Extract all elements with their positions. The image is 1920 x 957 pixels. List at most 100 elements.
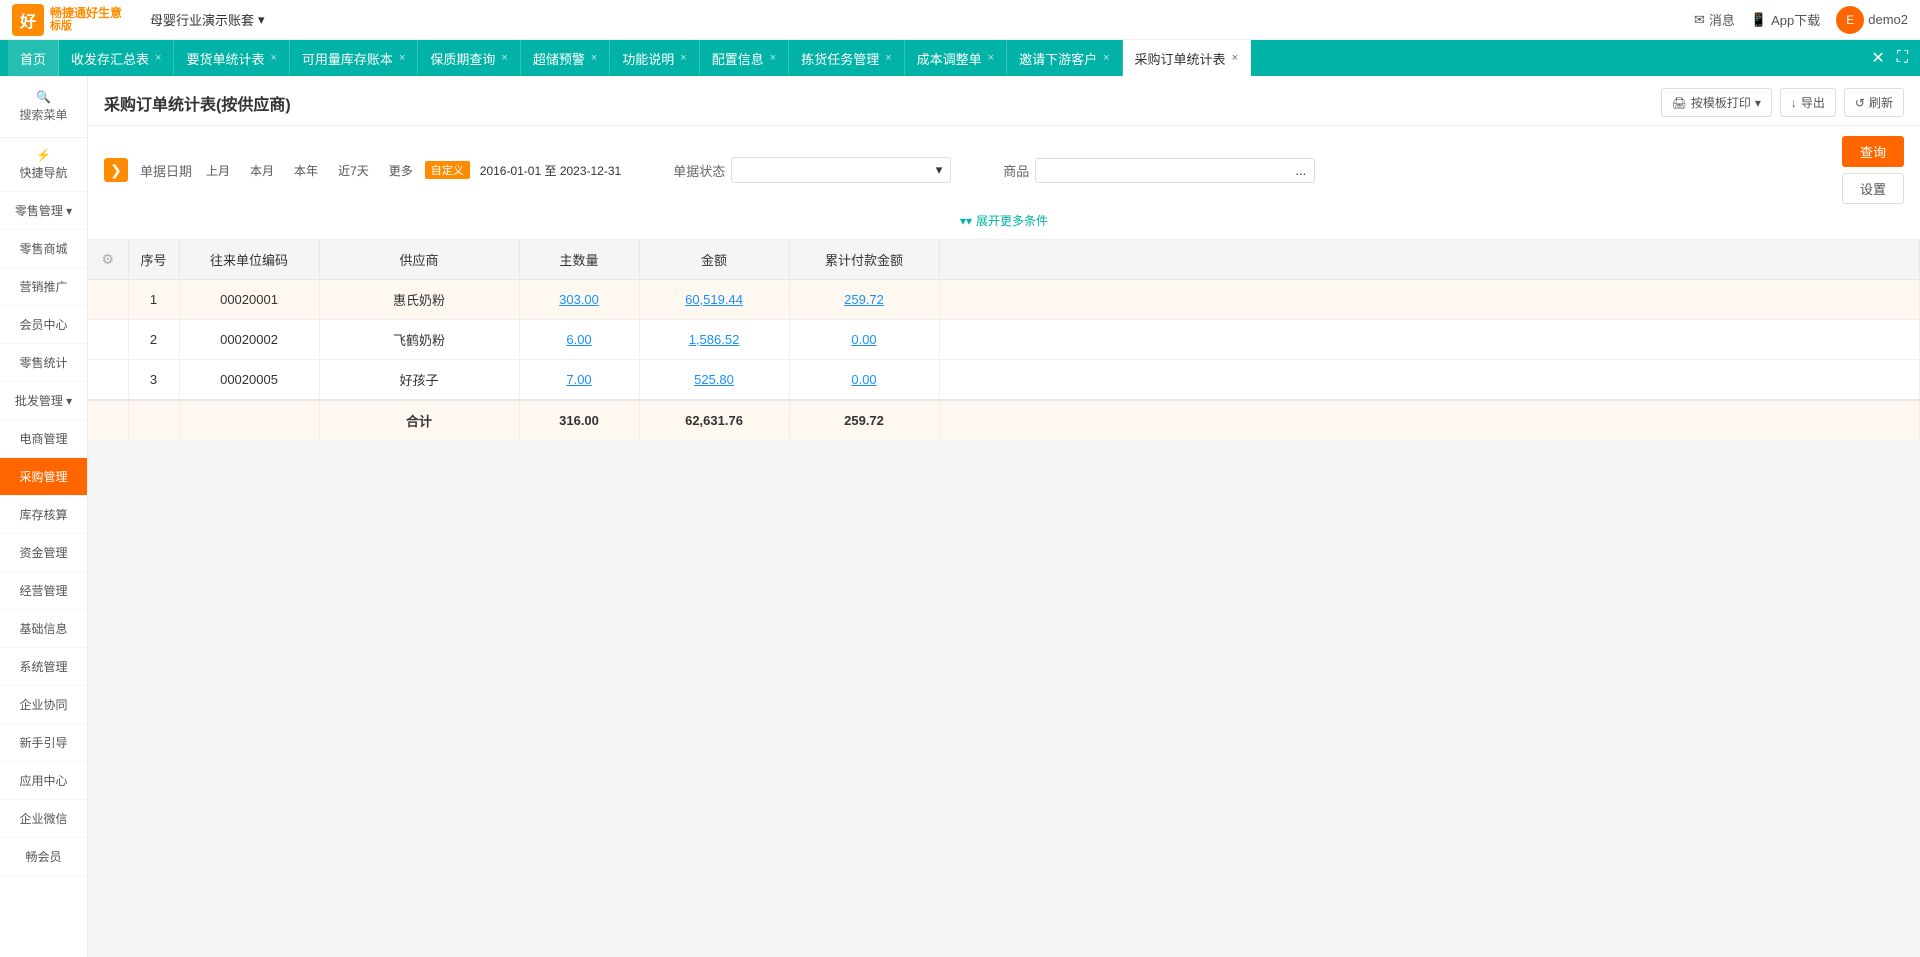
tab-overstock-close[interactable]: × — [591, 52, 597, 64]
tab-home[interactable]: 首页 — [8, 40, 59, 76]
tab-config-info[interactable]: 配置信息 × — [700, 40, 789, 76]
shortcut-this-year[interactable]: 本年 — [286, 160, 326, 181]
row3-paid[interactable]: 0.00 — [789, 360, 939, 401]
sidebar-item-enterprise-wechat[interactable]: 企业微信 — [0, 800, 87, 838]
sidebar-item-quick-nav[interactable]: ⚡ 快捷导航 — [0, 138, 87, 192]
settings-button[interactable]: 设置 — [1842, 173, 1904, 204]
template-print-button[interactable]: 🖨 按模板打印 ▾ — [1661, 88, 1772, 117]
sidebar-item-retail-management[interactable]: 零售管理 ▾ — [0, 192, 87, 230]
sidebar-item-member-center[interactable]: 会员中心 — [0, 306, 87, 344]
shortcut-last-month[interactable]: 上月 — [198, 160, 238, 181]
sidebar-item-retail-store[interactable]: 零售商城 — [0, 230, 87, 268]
tab-available-stock-label: 可用量库存账本 — [302, 49, 393, 68]
goods-input[interactable]: ... — [1035, 158, 1315, 183]
tab-home-label: 首页 — [20, 49, 46, 68]
footer-label: 合计 — [319, 400, 519, 441]
sidebar-item-wholesale-mgmt[interactable]: 批发管理 ▾ — [0, 382, 87, 420]
tab-pick-task[interactable]: 拣货任务管理 × — [789, 40, 904, 76]
enterprise-collab-label: 企业协同 — [19, 696, 67, 713]
expand-more-button[interactable]: ▾▾ 展开更多条件 — [960, 212, 1048, 229]
tab-receive-summary-close[interactable]: × — [155, 52, 161, 64]
filter-toggle-button[interactable]: ❯ — [104, 158, 128, 182]
sidebar-item-system-mgmt[interactable]: 系统管理 — [0, 648, 87, 686]
sidebar-item-marketing[interactable]: 营销推广 — [0, 268, 87, 306]
sidebar-item-basic-info[interactable]: 基础信息 — [0, 610, 87, 648]
sidebar-item-inventory-check[interactable]: 库存核算 — [0, 496, 87, 534]
date-shortcuts: 上月 本月 本年 近7天 更多 自定义 — [198, 160, 470, 181]
message-button[interactable]: ✉ 消息 — [1694, 10, 1735, 29]
row3-settings — [88, 360, 128, 401]
expand-label: 展开更多条件 — [976, 212, 1048, 229]
tab-function-desc[interactable]: 功能说明 × — [610, 40, 699, 76]
tab-invite-close[interactable]: × — [1103, 52, 1109, 64]
app-download-button[interactable]: 📱 App下载 — [1751, 10, 1820, 29]
tab-available-stock-close[interactable]: × — [399, 52, 405, 64]
template-arrow-icon: ▾ — [1755, 96, 1761, 110]
tab-pick-close[interactable]: × — [885, 52, 891, 64]
row2-paid[interactable]: 0.00 — [789, 320, 939, 360]
row1-amount[interactable]: 60,519.44 — [639, 280, 789, 320]
row3-amount[interactable]: 525.80 — [639, 360, 789, 401]
tab-shelf-life-close[interactable]: × — [501, 52, 507, 64]
goods-filter: 商品 ... — [1003, 158, 1315, 183]
tab-overstock-warning[interactable]: 超储预警 × — [521, 40, 610, 76]
sidebar-item-retail-stats[interactable]: 零售统计 — [0, 344, 87, 382]
tab-function-close[interactable]: × — [680, 52, 686, 64]
row1-qty[interactable]: 303.00 — [519, 280, 639, 320]
sidebar-item-app-center[interactable]: 应用中心 — [0, 762, 87, 800]
sidebar-item-finance-mgmt[interactable]: 资金管理 — [0, 534, 87, 572]
table-row: 1 00020001 惠氏奶粉 303.00 60,519.44 259.72 — [88, 280, 1920, 320]
sidebar-item-purchase-mgmt[interactable]: 采购管理 — [0, 458, 87, 496]
tab-cost-close[interactable]: × — [988, 52, 994, 64]
tab-fullscreen-button[interactable]: ⛶ — [1893, 45, 1912, 71]
row2-code: 00020002 — [179, 320, 319, 360]
operations-mgmt-label: 经营管理 — [19, 582, 67, 599]
row2-qty[interactable]: 6.00 — [519, 320, 639, 360]
gear-settings-icon[interactable]: ⚙ — [101, 251, 114, 267]
tab-overstock-label: 超储预警 — [533, 49, 585, 68]
tab-close-all-button[interactable]: ✕ — [1867, 44, 1888, 72]
col-amount-header: 金额 — [639, 240, 789, 280]
sidebar-item-ecommerce-mgmt[interactable]: 电商管理 — [0, 420, 87, 458]
export-button[interactable]: ↓ 导出 — [1780, 88, 1836, 117]
row1-paid[interactable]: 259.72 — [789, 280, 939, 320]
tab-purchase-summary[interactable]: 要货单统计表 × — [174, 40, 289, 76]
user-avatar: E — [1836, 6, 1864, 34]
tab-shelf-life[interactable]: 保质期查询 × — [418, 40, 520, 76]
sidebar-item-new-guide[interactable]: 新手引导 — [0, 724, 87, 762]
shortcut-this-month[interactable]: 本月 — [242, 160, 282, 181]
footer-extra — [939, 400, 1919, 441]
user-profile[interactable]: E demo2 — [1836, 6, 1908, 34]
tab-config-close[interactable]: × — [770, 52, 776, 64]
tab-purchase-order-close[interactable]: × — [1232, 52, 1238, 64]
workspace-selector[interactable]: 母婴行业演示账套 ▾ — [150, 10, 265, 29]
query-button[interactable]: 查询 — [1842, 136, 1904, 167]
shortcut-7days[interactable]: 近7天 — [330, 160, 377, 181]
page-actions: 🖨 按模板打印 ▾ ↓ 导出 ↺ 刷新 — [1661, 88, 1904, 117]
expand-icon: ▾▾ — [960, 214, 972, 228]
col-extra-header — [939, 240, 1919, 280]
row2-amount[interactable]: 1,586.52 — [639, 320, 789, 360]
tab-invite-downstream[interactable]: 邀请下游客户 × — [1007, 40, 1122, 76]
tab-purchase-summary-close[interactable]: × — [270, 52, 276, 64]
status-select[interactable]: ▾ — [731, 157, 951, 183]
shortcut-more[interactable]: 更多 — [381, 160, 421, 181]
data-table-container: ⚙ 序号 往来单位编码 供应商 主数量 金额 累计付款金额 1 — [88, 240, 1920, 957]
tab-available-stock[interactable]: 可用量库存账本 × — [290, 40, 418, 76]
top-bar-right: ✉ 消息 📱 App下载 E demo2 — [1694, 6, 1908, 34]
refresh-button[interactable]: ↺ 刷新 — [1844, 88, 1904, 117]
search-menu-button[interactable]: 🔍 搜索菜单 — [8, 84, 79, 129]
member-center-label: 会员中心 — [19, 316, 67, 333]
sidebar-item-vip-member[interactable]: 畅会员 — [0, 838, 87, 876]
col-settings-header[interactable]: ⚙ — [88, 240, 128, 280]
refresh-icon: ↺ — [1855, 96, 1865, 110]
tab-receive-summary[interactable]: 收发存汇总表 × — [59, 40, 174, 76]
avatar-text: E — [1846, 13, 1854, 27]
tab-cost-adjust[interactable]: 成本调整单 × — [905, 40, 1007, 76]
enterprise-wechat-label: 企业微信 — [19, 810, 67, 827]
sidebar-search-area: 🔍 搜索菜单 — [0, 76, 87, 138]
sidebar-item-enterprise-collab[interactable]: 企业协同 — [0, 686, 87, 724]
sidebar-item-operations-mgmt[interactable]: 经营管理 — [0, 572, 87, 610]
row3-qty[interactable]: 7.00 — [519, 360, 639, 401]
tab-purchase-order-summary[interactable]: 采购订单统计表 × — [1123, 40, 1251, 76]
